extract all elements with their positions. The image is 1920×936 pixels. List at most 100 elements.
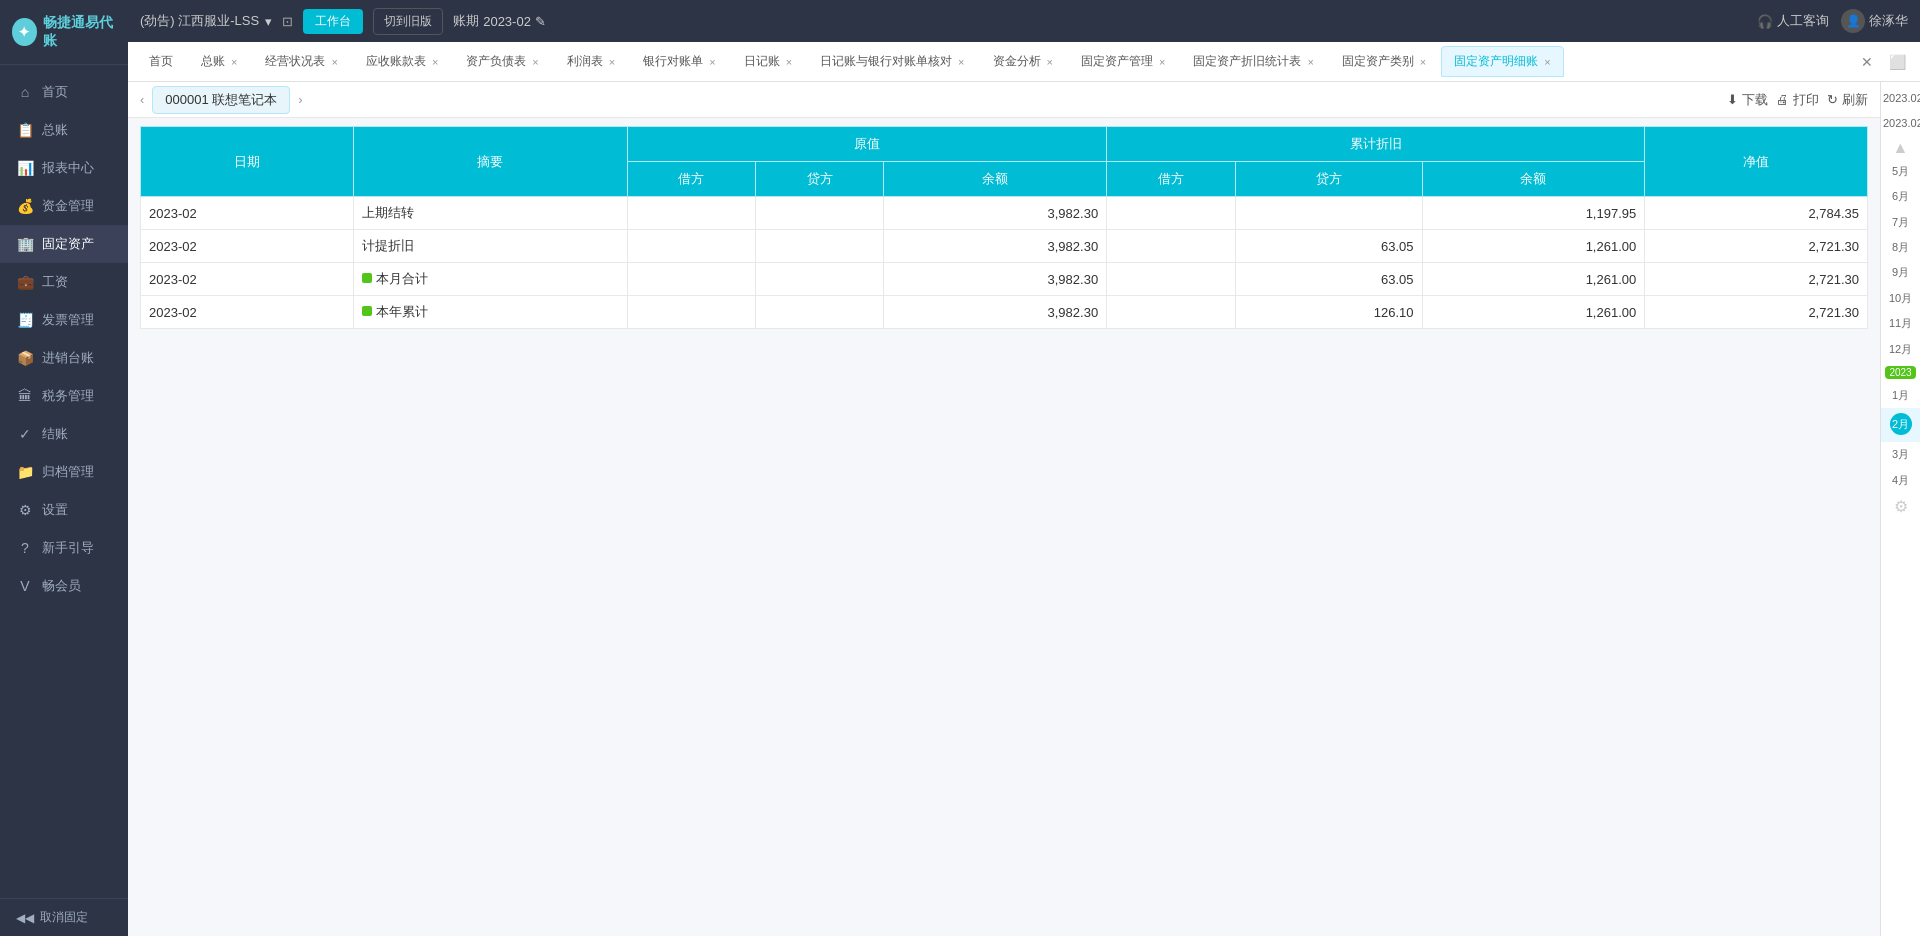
sidebar-label-tax: 税务管理 — [42, 387, 94, 405]
right-panel-month-3[interactable]: 3月 — [1881, 442, 1920, 467]
subtab-actions: ⬇ 下载 🖨 打印 ↻ 刷新 — [1727, 91, 1868, 109]
home-icon: ⌂ — [16, 83, 34, 101]
tab-income-close[interactable]: × — [609, 56, 615, 68]
sidebar-label-reports: 报表中心 — [42, 159, 94, 177]
unpin-button[interactable]: ◀◀ 取消固定 — [0, 898, 128, 936]
tab-fixed-assets-mgmt[interactable]: 固定资产管理 × — [1068, 46, 1178, 77]
right-panel-month-12[interactable]: 12月 — [1881, 337, 1920, 362]
tab-journal-label: 日记账 — [744, 53, 780, 70]
tab-bank-statement-close[interactable]: × — [709, 56, 715, 68]
tab-ledger-label: 总账 — [201, 53, 225, 70]
asset-name: 联想笔记本 — [212, 92, 277, 107]
sidebar-item-home[interactable]: ⌂ 首页 — [0, 73, 128, 111]
customer-service[interactable]: 🎧 人工客询 — [1757, 12, 1829, 30]
tab-home[interactable]: 首页 — [136, 46, 186, 77]
col-dep-credit: 贷方 — [1235, 162, 1422, 197]
tab-fixed-assets-detail-close[interactable]: × — [1544, 56, 1550, 68]
tab-fixed-assets-mgmt-close[interactable]: × — [1159, 56, 1165, 68]
right-panel-month-9[interactable]: 9月 — [1881, 260, 1920, 285]
content-area: ‹ 000001 联想笔记本 › ⬇ 下载 🖨 打印 — [128, 82, 1920, 936]
refresh-action[interactable]: ↻ 刷新 — [1827, 91, 1868, 109]
headset-icon: 🎧 — [1757, 14, 1773, 29]
tab-reconciliation[interactable]: 日记账与银行对账单核对 × — [807, 46, 977, 77]
sidebar-item-guide[interactable]: ? 新手引导 — [0, 529, 128, 567]
sidebar-item-funds[interactable]: 💰 资金管理 — [0, 187, 128, 225]
right-panel-period-1[interactable]: 2023.02 — [1881, 86, 1920, 111]
tab-bank-statement[interactable]: 银行对账单 × — [630, 46, 728, 77]
right-panel-month-8[interactable]: 8月 — [1881, 235, 1920, 260]
tab-fixed-assets-detail[interactable]: 固定资产明细账 × — [1441, 46, 1563, 77]
archive-icon: 📁 — [16, 463, 34, 481]
active-month-circle: 2月 — [1890, 413, 1912, 435]
tab-journal[interactable]: 日记账 × — [731, 46, 805, 77]
col-summary: 摘要 — [354, 127, 627, 197]
copy-icon[interactable]: ⊡ — [282, 14, 293, 29]
col-original-group: 原值 — [627, 127, 1107, 162]
tab-home-label: 首页 — [149, 53, 173, 70]
tab-fund-analysis[interactable]: 资金分析 × — [980, 46, 1066, 77]
download-action[interactable]: ⬇ 下载 — [1727, 91, 1768, 109]
asset-subtab[interactable]: 000001 联想笔记本 — [152, 86, 290, 114]
tab-fixed-assets-category-close[interactable]: × — [1420, 56, 1426, 68]
tab-ledger-close[interactable]: × — [231, 56, 237, 68]
sidebar-item-settings[interactable]: ⚙ 设置 — [0, 491, 128, 529]
tab-receivables-close[interactable]: × — [432, 56, 438, 68]
workbench-button[interactable]: 工作台 — [303, 9, 363, 34]
nav-prev-icon[interactable]: ‹ — [140, 92, 144, 107]
maximize-button[interactable]: ⬜ — [1883, 50, 1912, 74]
company-selector[interactable]: (劲告) 江西服业-LSS ▾ — [140, 12, 272, 30]
right-panel-month-2-circle[interactable]: 2月 — [1881, 408, 1920, 442]
edit-period-icon[interactable]: ✎ — [535, 14, 546, 29]
sidebar-item-reports[interactable]: 📊 报表中心 — [0, 149, 128, 187]
nav-next-icon[interactable]: › — [298, 92, 302, 107]
sidebar-item-purchase-sales[interactable]: 📦 进销台账 — [0, 339, 128, 377]
sidebar-item-fixed-assets[interactable]: 🏢 固定资产 — [0, 225, 128, 263]
app-name: 畅捷通易代账 — [43, 14, 117, 50]
right-panel-period-2[interactable]: 2023.02 — [1881, 111, 1920, 136]
sidebar-label-fixed-assets: 固定资产 — [42, 235, 94, 253]
sidebar-item-ledger[interactable]: 📋 总账 — [0, 111, 128, 149]
sidebar-item-archive[interactable]: 📁 归档管理 — [0, 453, 128, 491]
download-icon: ⬇ — [1727, 92, 1738, 107]
right-panel-settings-icon[interactable]: ⚙ — [1894, 493, 1908, 520]
tab-management-report[interactable]: 经营状况表 × — [252, 46, 350, 77]
right-panel-month-11[interactable]: 11月 — [1881, 311, 1920, 336]
right-panel-month-5[interactable]: 5月 — [1881, 159, 1920, 184]
tab-depreciation-stats-close[interactable]: × — [1307, 56, 1313, 68]
table-row: 2023-02计提折旧3,982.3063.051,261.002,721.30 — [141, 230, 1868, 263]
right-panel-month-6[interactable]: 6月 — [1881, 184, 1920, 209]
tab-fixed-assets-category[interactable]: 固定资产类别 × — [1329, 46, 1439, 77]
tab-balance-sheet[interactable]: 资产负债表 × — [453, 46, 551, 77]
close-all-button[interactable]: ✕ — [1855, 50, 1879, 74]
sidebar-item-membership[interactable]: V 畅会员 — [0, 567, 128, 605]
year-badge: 2023 — [1885, 366, 1915, 379]
sidebar-item-payroll[interactable]: 💼 工资 — [0, 263, 128, 301]
content-main: ‹ 000001 联想笔记本 › ⬇ 下载 🖨 打印 — [128, 82, 1880, 936]
right-panel-month-7[interactable]: 7月 — [1881, 210, 1920, 235]
tab-reconciliation-close[interactable]: × — [958, 56, 964, 68]
tab-receivables-label: 应收账款表 — [366, 53, 426, 70]
subtab-nav: ‹ 000001 联想笔记本 › — [140, 86, 303, 114]
right-panel-up-arrow[interactable]: ▲ — [1893, 137, 1909, 159]
tab-ledger[interactable]: 总账 × — [188, 46, 250, 77]
tab-income[interactable]: 利润表 × — [554, 46, 628, 77]
service-label: 人工客询 — [1777, 12, 1829, 30]
sidebar-item-invoice[interactable]: 🧾 发票管理 — [0, 301, 128, 339]
tab-management-report-close[interactable]: × — [331, 56, 337, 68]
switch-version-button[interactable]: 切到旧版 — [373, 8, 443, 35]
tab-depreciation-stats[interactable]: 固定资产折旧统计表 × — [1180, 46, 1326, 77]
sidebar-item-settlement[interactable]: ✓ 结账 — [0, 415, 128, 453]
table-row: 2023-02本月合计3,982.3063.051,261.002,721.30 — [141, 263, 1868, 296]
sidebar-item-tax[interactable]: 🏛 税务管理 — [0, 377, 128, 415]
main-area: (劲告) 江西服业-LSS ▾ ⊡ 工作台 切到旧版 账期 2023-02 ✎ … — [128, 0, 1920, 936]
tab-receivables[interactable]: 应收账款表 × — [353, 46, 451, 77]
tab-balance-sheet-close[interactable]: × — [532, 56, 538, 68]
print-action[interactable]: 🖨 打印 — [1776, 91, 1819, 109]
tab-fund-analysis-close[interactable]: × — [1047, 56, 1053, 68]
right-panel-month-4[interactable]: 4月 — [1881, 468, 1920, 493]
sidebar-label-payroll: 工资 — [42, 273, 68, 291]
user-menu[interactable]: 👤 徐涿华 — [1841, 9, 1908, 33]
right-panel-month-10[interactable]: 10月 — [1881, 286, 1920, 311]
right-panel-month-1[interactable]: 1月 — [1881, 383, 1920, 408]
tab-journal-close[interactable]: × — [786, 56, 792, 68]
